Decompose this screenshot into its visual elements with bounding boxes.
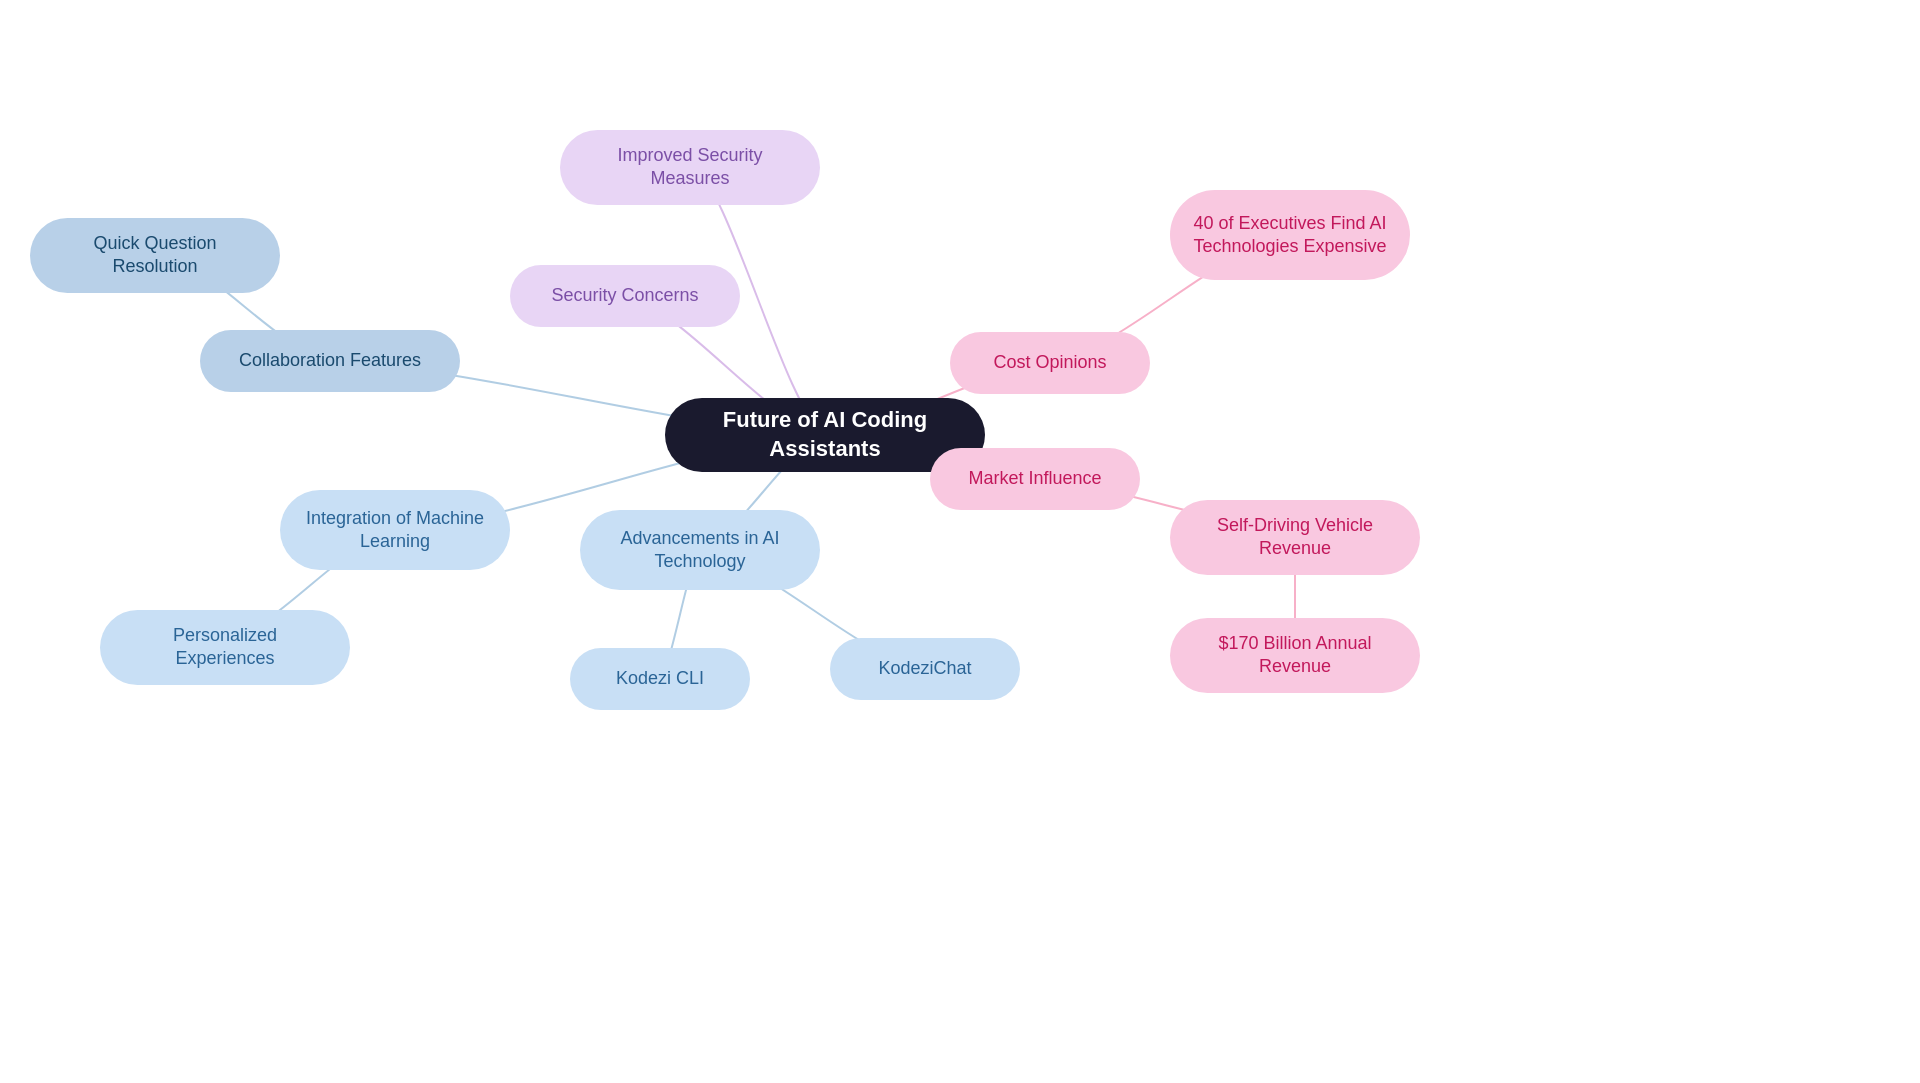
node-170-billion: $170 Billion Annual Revenue — [1170, 618, 1420, 693]
node-kodezi-cli: Kodezi CLI — [570, 648, 750, 710]
node-40-executives: 40 of Executives Find AI Technologies Ex… — [1170, 190, 1410, 280]
mind-map-container: Future of AI Coding AssistantsImproved S… — [0, 0, 1920, 1083]
node-market-influence: Market Influence — [930, 448, 1140, 510]
node-cost-opinions: Cost Opinions — [950, 332, 1150, 394]
node-advancements-ai: Advancements in AI Technology — [580, 510, 820, 590]
node-security-concerns: Security Concerns — [510, 265, 740, 327]
node-quick-question: Quick Question Resolution — [30, 218, 280, 293]
node-self-driving: Self-Driving Vehicle Revenue — [1170, 500, 1420, 575]
node-personalized: Personalized Experiences — [100, 610, 350, 685]
node-improved-security: Improved Security Measures — [560, 130, 820, 205]
node-integration-ml: Integration of Machine Learning — [280, 490, 510, 570]
node-kodezi-chat: KodeziChat — [830, 638, 1020, 700]
node-collaboration: Collaboration Features — [200, 330, 460, 392]
